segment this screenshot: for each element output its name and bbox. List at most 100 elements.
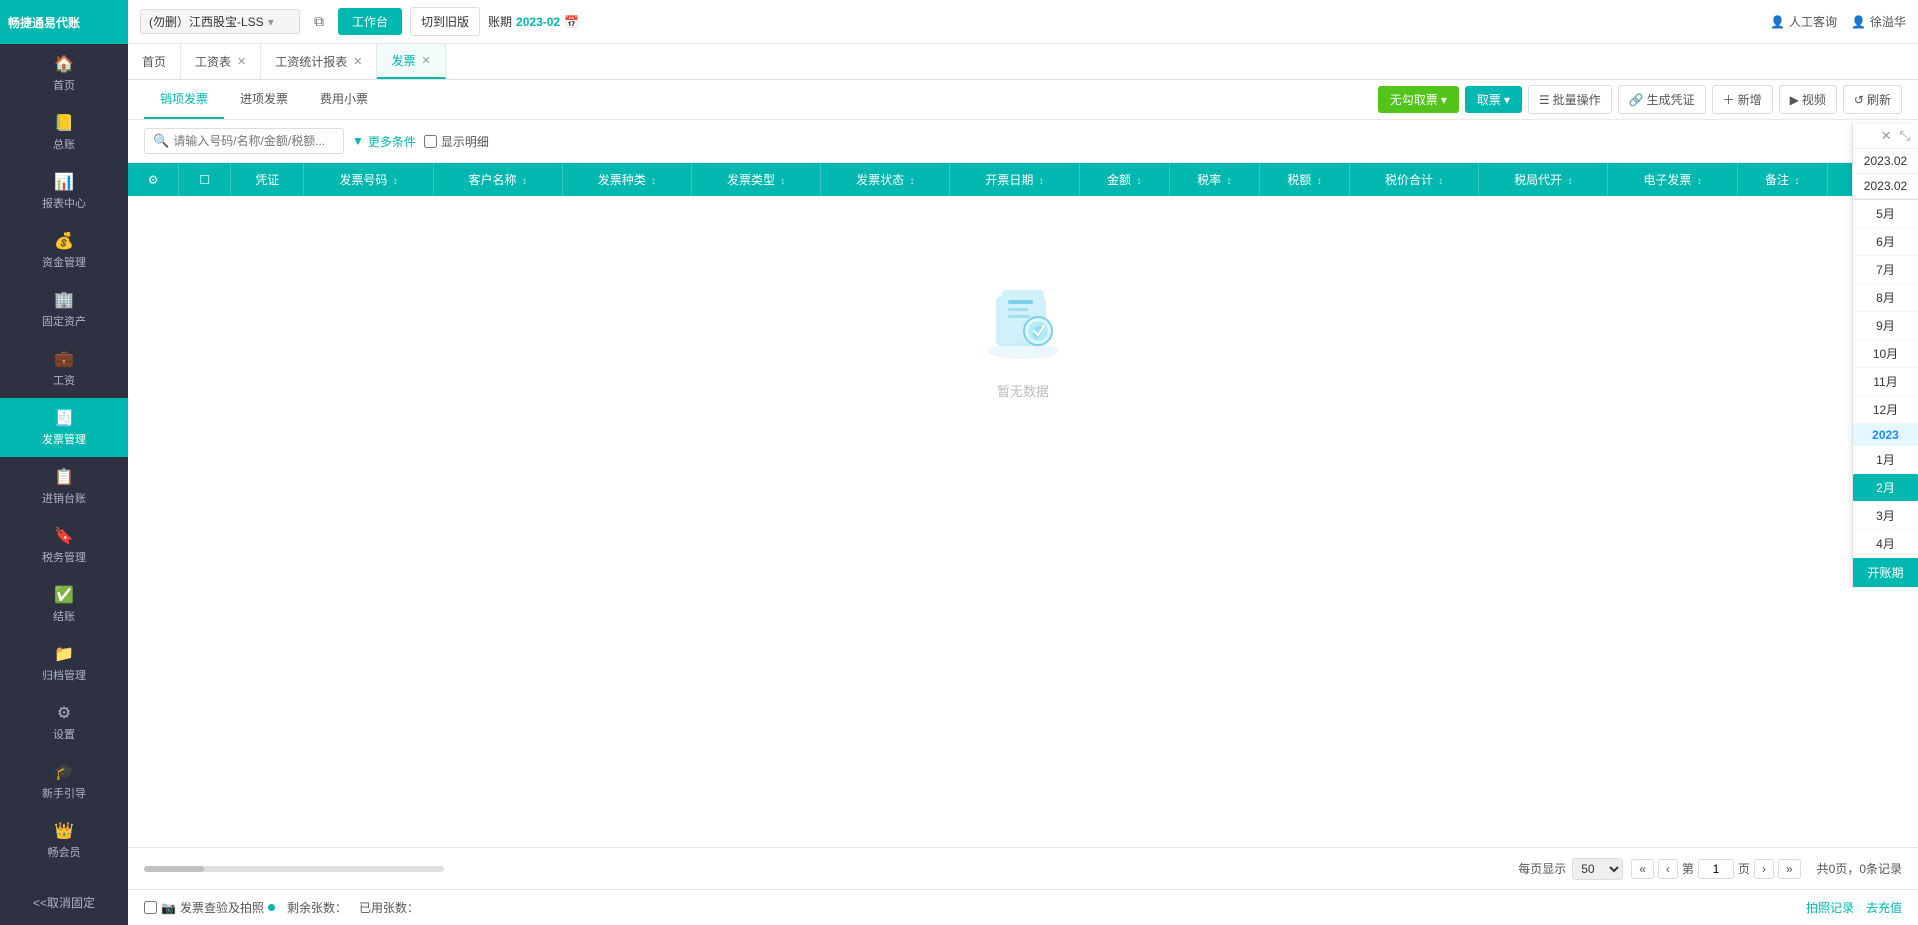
date-month-before-3[interactable]: 8月 [1853,284,1918,312]
sidebar-item-label-7: 进销台账 [42,490,86,506]
check-checkbox[interactable] [144,901,157,914]
new-icon: ＋ [1723,91,1735,108]
add-record-link[interactable]: 拍照记录 [1806,899,1854,916]
new-btn[interactable]: ＋ 新增 [1712,85,1773,114]
sidebar-item-新手引导[interactable]: 🎓 新手引导 [0,752,128,811]
col-header-12: 税价合计 ↕ [1350,163,1479,196]
sidebar-item-icon-1: 📒 [54,113,74,133]
table-container: ⚙ ☐ 凭证 发票号码 ↕客户名称 ↕发票种类 ↕发票类型 ↕发票状态 ↕开票日… [128,163,1918,847]
date-month-before-6[interactable]: 11月 [1853,368,1918,396]
prev-page-btn[interactable]: ‹ [1658,859,1678,879]
search-input[interactable] [173,134,333,148]
check-icon: 📷 [161,901,176,915]
filter-icon: ▼ [352,134,364,148]
support-btn[interactable]: 👤 人工客询 [1770,13,1837,30]
filter-btn[interactable]: ▼ 更多条件 [352,133,416,150]
date-month-before-0[interactable]: 5月 [1853,200,1918,228]
bottom-bar-right: 拍照记录 去充值 [1806,899,1902,916]
date-month-before-5[interactable]: 10月 [1853,340,1918,368]
company-copy-btn[interactable]: ⧉ [308,10,330,33]
tab-close-3[interactable]: ✕ [422,54,431,67]
sidebar-item-icon-10: 📁 [54,644,74,664]
date-panel-header: ✕ ⤡ [1853,124,1918,149]
scroll-track [144,866,444,872]
user-btn[interactable]: 👤 徐溢华 [1851,13,1906,30]
date-year-2023[interactable]: 2023 [1853,424,1918,446]
sidebar-item-首页[interactable]: 🏠 首页 [0,44,128,103]
sidebar-item-总账[interactable]: 📒 总账 [0,103,128,162]
sidebar-item-税务管理[interactable]: 🔖 税务管理 [0,516,128,575]
tab-工资统计报表[interactable]: 工资统计报表✕ [261,44,377,79]
sub-tab-费用小票[interactable]: 费用小票 [304,80,384,119]
sidebar-item-icon-0: 🏠 [54,54,74,74]
sidebar-item-结账[interactable]: ✅ 结账 [0,575,128,634]
tab-首页[interactable]: 首页 [128,44,181,79]
refresh-btn[interactable]: ↺ 刷新 [1843,85,1902,114]
empty-illustration [978,276,1068,369]
tab-close-1[interactable]: ✕ [237,55,246,68]
sidebar-item-工资[interactable]: 💼 工资 [0,339,128,398]
go-manage-link[interactable]: 去充值 [1866,899,1902,916]
col-header-5: 发票种类 ↕ [562,163,691,196]
col-header-13: 税局代开 ↕ [1479,163,1608,196]
company-selector[interactable]: (勿删）江西股宝-LSS ▾ [140,9,300,34]
date-month-2023-0[interactable]: 1月 [1853,446,1918,474]
deduct-label: 取票 [1477,91,1501,108]
date-open-period-btn[interactable]: 开账期 [1853,558,1918,587]
switch-btn[interactable]: 切到旧版 [410,7,480,36]
sidebar-item-发票管理[interactable]: 🧾 发票管理 [0,398,128,457]
sidebar-item-进销台账[interactable]: 📋 进销台账 [0,457,128,516]
sidebar-item-设置[interactable]: ⚙ 设置 [0,693,128,752]
tab-工资表[interactable]: 工资表✕ [181,44,261,79]
video-btn[interactable]: ▶ 视频 [1779,85,1837,114]
date-top-items: 2023.02 2023.02 [1853,149,1918,200]
empty-state: 暂无数据 [128,196,1918,480]
date-top-2023-02-first[interactable]: 2023.02 [1853,149,1918,174]
batch-ops-btn[interactable]: ☰ 批量操作 [1528,85,1612,114]
generate-cert-btn[interactable]: 🔗 生成凭证 [1618,85,1706,114]
sidebar-item-报表中心[interactable]: 📊 报表中心 [0,162,128,221]
sidebar-item-归档管理[interactable]: 📁 归档管理 [0,634,128,693]
date-month-before-7[interactable]: 12月 [1853,396,1918,424]
date-month-2023-1[interactable]: 2月 [1853,474,1918,502]
date-month-before-1[interactable]: 6月 [1853,228,1918,256]
sidebar-item-资金管理[interactable]: 💰 资金管理 [0,221,128,280]
sub-tab-销项发票[interactable]: 销项发票 [144,80,224,119]
workspace-btn[interactable]: 工作台 [338,8,402,35]
show-detail-checkbox-label[interactable]: 显示明细 [424,133,489,150]
period-calendar-icon[interactable]: 📅 [564,15,579,29]
date-month-2023-3[interactable]: 4月 [1853,530,1918,558]
sidebar-item-固定资产[interactable]: 🏢 固定资产 [0,280,128,339]
date-top-2023-02-second[interactable]: 2023.02 [1853,174,1918,199]
next-page-btn[interactable]: › [1754,859,1774,879]
no-deduct-btn[interactable]: 无勾取票 ▾ [1378,86,1459,113]
tab-close-2[interactable]: ✕ [353,55,362,68]
page-word: 第 [1682,860,1694,877]
page-size-select[interactable]: 50 10 20 100 [1572,858,1623,880]
page-input[interactable] [1698,859,1734,879]
first-page-btn[interactable]: « [1631,859,1654,879]
date-panel-expand-btn[interactable]: ⤡ [1898,128,1912,144]
date-panel-close-btn[interactable]: ✕ [1879,128,1894,144]
sidebar-item-icon-4: 🏢 [54,290,74,310]
date-month-before-2[interactable]: 7月 [1853,256,1918,284]
scroll-thumb[interactable] [144,866,204,872]
sidebar-item-label-0: 首页 [53,77,75,93]
show-detail-checkbox[interactable] [424,135,437,148]
deduct-btn[interactable]: 取票 ▾ [1465,86,1522,113]
sub-tab-进项发票[interactable]: 进项发票 [224,80,304,119]
last-page-btn[interactable]: » [1778,859,1801,879]
col-header-1: ☐ [179,163,231,196]
user-avatar-icon: 👤 [1851,15,1866,29]
sidebar-collapse-btn[interactable]: <<取消固定 [0,888,128,917]
tab-发票[interactable]: 发票✕ [377,44,445,79]
refresh-label: 刷新 [1867,91,1891,108]
topbar: (勿删）江西股宝-LSS ▾ ⧉ 工作台 切到旧版 账期 2023-02 📅 👤… [128,0,1918,44]
generate-cert-icon: 🔗 [1629,93,1644,107]
sub-tabs: 销项发票进项发票费用小票 无勾取票 ▾ 取票 ▾ ☰ 批量操作 🔗 生成凭证 [128,80,1918,120]
sidebar-item-畅会员[interactable]: 👑 畅会员 [0,811,128,870]
used-item: 已用张数： [359,899,419,916]
sidebar-item-icon-7: 📋 [54,467,74,487]
date-month-before-4[interactable]: 9月 [1853,312,1918,340]
date-month-2023-2[interactable]: 3月 [1853,502,1918,530]
